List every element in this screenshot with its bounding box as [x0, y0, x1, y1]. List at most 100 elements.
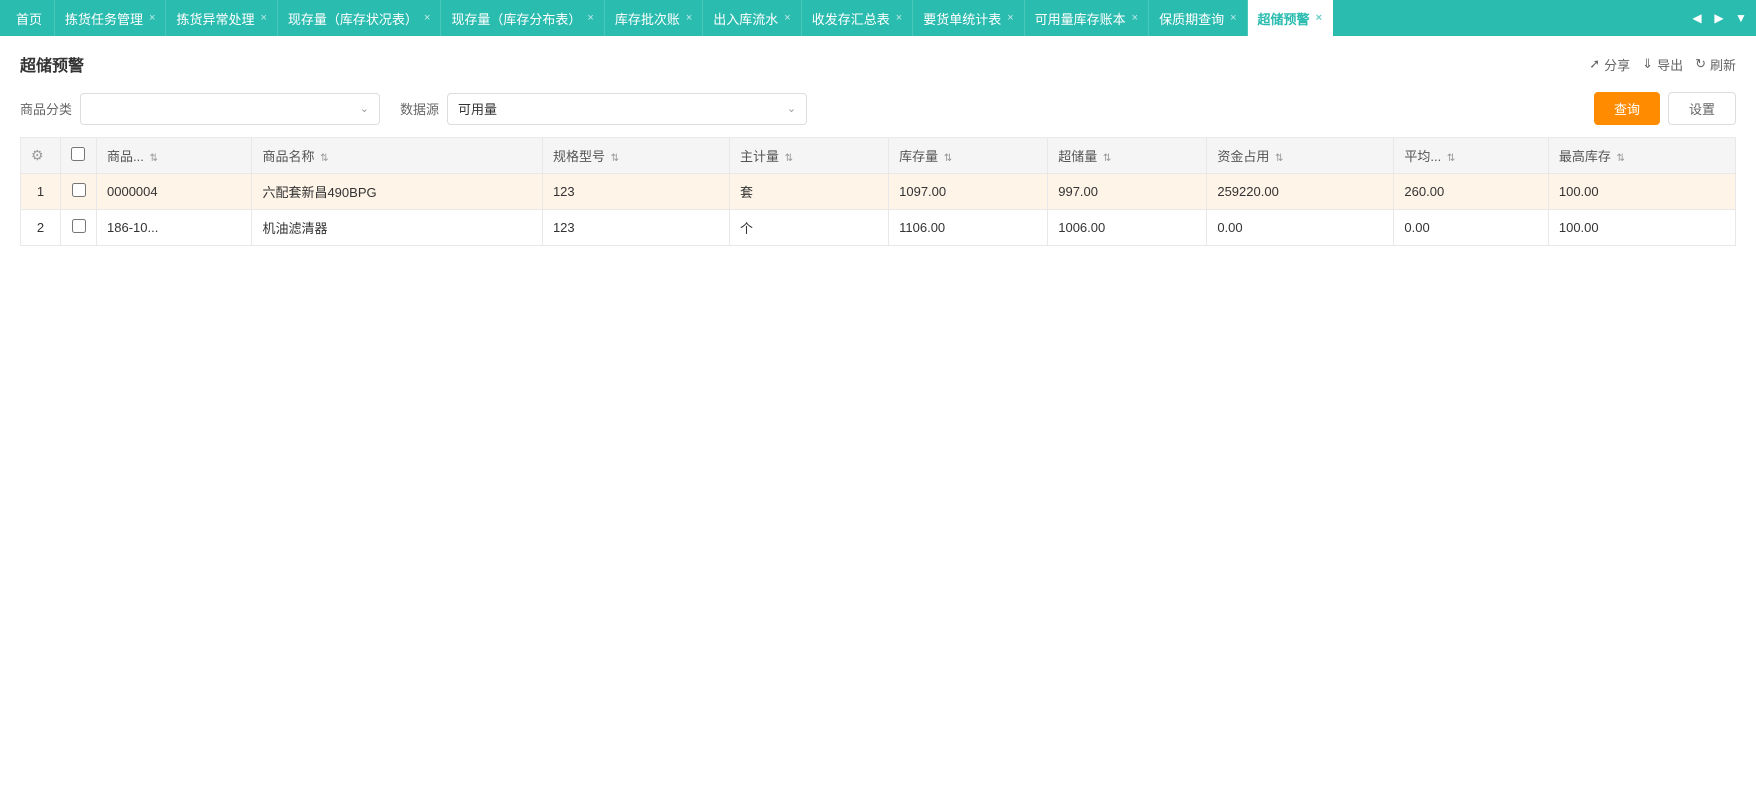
table-header-spec[interactable]: 规格型号 ⇅	[542, 138, 729, 174]
nav-tab-9[interactable]: 可用量库存账本 ×	[1025, 0, 1149, 36]
col-spec-label: 规格型号	[553, 149, 605, 164]
nav-tab-11-close[interactable]: ×	[1316, 12, 1322, 24]
row-spec-1: 123	[542, 174, 729, 210]
table-header-over[interactable]: 超储量 ⇅	[1048, 138, 1207, 174]
nav-tab-9-label: 可用量库存账本	[1035, 9, 1126, 28]
row-stock-2: 1106.00	[889, 210, 1048, 246]
nav-tab-3-label: 现存量（库存状况表）	[288, 9, 418, 28]
col-maxstock-label: 最高库存	[1559, 149, 1611, 164]
row-code-2: 186-10...	[97, 210, 252, 246]
export-label: 导出	[1657, 55, 1683, 74]
nav-more-button[interactable]: ▼	[1730, 0, 1752, 36]
col-avg-label: 平均...	[1404, 149, 1441, 164]
nav-tab-3[interactable]: 现存量（库存状况表） ×	[278, 0, 441, 36]
nav-tab-4[interactable]: 现存量（库存分布表） ×	[441, 0, 604, 36]
row-num-1: 1	[21, 174, 61, 210]
data-table: ⚙ 商品... ⇅ 商品名称 ⇅ 规格型号 ⇅ 主计量	[20, 137, 1736, 246]
refresh-link[interactable]: ↻ 刷新	[1695, 55, 1736, 74]
row-checkbox-2[interactable]	[61, 210, 97, 246]
row-name-1: 六配套新昌490BPG	[252, 174, 543, 210]
nav-tab-6-close[interactable]: ×	[784, 12, 790, 24]
row-avg-1: 260.00	[1394, 174, 1548, 210]
select-all-checkbox[interactable]	[71, 147, 85, 161]
row-spec-2: 123	[542, 210, 729, 246]
nav-tab-10[interactable]: 保质期查询 ×	[1149, 0, 1247, 36]
nav-tab-7-close[interactable]: ×	[896, 12, 902, 24]
row-capital-1: 259220.00	[1207, 174, 1394, 210]
chevron-down-icon-2: ⌄	[787, 102, 796, 115]
table-header-capital[interactable]: 资金占用 ⇅	[1207, 138, 1394, 174]
top-nav: 首页 拣货任务管理 × 拣货异常处理 × 现存量（库存状况表） × 现存量（库存…	[0, 0, 1756, 36]
nav-tab-4-label: 现存量（库存分布表）	[451, 9, 581, 28]
row-maxstock-1: 100.00	[1548, 174, 1735, 210]
category-select[interactable]: ⌄	[80, 93, 380, 125]
nav-tab-5[interactable]: 库存批次账 ×	[605, 0, 703, 36]
nav-tab-1[interactable]: 拣货任务管理 ×	[55, 0, 166, 36]
sort-icon-over: ⇅	[1103, 153, 1111, 164]
table-header-name[interactable]: 商品名称 ⇅	[252, 138, 543, 174]
query-button[interactable]: 查询	[1594, 92, 1660, 125]
settings-button[interactable]: 设置	[1668, 92, 1736, 125]
table-header-settings[interactable]: ⚙	[21, 138, 61, 174]
filter-row: 商品分类 ⌄ 数据源 可用量 ⌄ 查询 设置	[20, 92, 1736, 125]
nav-tab-1-close[interactable]: ×	[149, 12, 155, 24]
nav-tab-7[interactable]: 收发存汇总表 ×	[802, 0, 913, 36]
export-link[interactable]: ⇓ 导出	[1642, 55, 1683, 74]
refresh-icon: ↻	[1695, 56, 1706, 72]
nav-prev-button[interactable]: ◀	[1686, 0, 1708, 36]
nav-tab-2-close[interactable]: ×	[260, 12, 266, 24]
table-header-code[interactable]: 商品... ⇅	[97, 138, 252, 174]
table-header-unit[interactable]: 主计量 ⇅	[730, 138, 889, 174]
share-link[interactable]: ➚ 分享	[1589, 55, 1630, 74]
nav-tab-9-close[interactable]: ×	[1132, 12, 1138, 24]
chevron-down-icon: ⌄	[360, 102, 369, 115]
nav-tab-5-close[interactable]: ×	[686, 12, 692, 24]
nav-tab-6[interactable]: 出入库流水 ×	[703, 0, 801, 36]
col-capital-label: 资金占用	[1217, 149, 1269, 164]
table-header-checkbox[interactable]	[61, 138, 97, 174]
nav-arrows: ◀ ▶ ▼	[1686, 0, 1752, 36]
sort-icon-code: ⇅	[149, 153, 157, 164]
nav-tab-6-label: 出入库流水	[713, 9, 778, 28]
sort-icon-name: ⇅	[320, 153, 328, 164]
nav-tab-3-close[interactable]: ×	[424, 12, 430, 24]
share-icon: ➚	[1589, 56, 1600, 72]
nav-next-button[interactable]: ▶	[1708, 0, 1730, 36]
table-header-row: ⚙ 商品... ⇅ 商品名称 ⇅ 规格型号 ⇅ 主计量	[21, 138, 1736, 174]
col-stock-label: 库存量	[899, 149, 938, 164]
row-maxstock-2: 100.00	[1548, 210, 1735, 246]
main-content: 超储预警 ➚ 分享 ⇓ 导出 ↻ 刷新 商品分类 ⌄ 数据源	[0, 36, 1756, 800]
nav-tab-8[interactable]: 要货单统计表 ×	[913, 0, 1024, 36]
row-over-1: 997.00	[1048, 174, 1207, 210]
nav-home[interactable]: 首页	[4, 0, 55, 36]
row-capital-2: 0.00	[1207, 210, 1394, 246]
sort-icon-capital: ⇅	[1275, 153, 1283, 164]
nav-tab-4-close[interactable]: ×	[587, 12, 593, 24]
col-unit-label: 主计量	[740, 149, 779, 164]
header-actions: ➚ 分享 ⇓ 导出 ↻ 刷新	[1589, 55, 1736, 74]
datasource-filter: 数据源 可用量 ⌄	[400, 93, 807, 125]
datasource-select[interactable]: 可用量 ⌄	[447, 93, 807, 125]
nav-tab-11-label: 超储预警	[1258, 9, 1310, 28]
nav-tab-8-close[interactable]: ×	[1007, 12, 1013, 24]
export-icon: ⇓	[1642, 56, 1653, 72]
nav-tab-11[interactable]: 超储预警 ×	[1248, 0, 1333, 36]
table-row: 2 186-10... 机油滤清器 123 个 1106.00 1006.00 …	[21, 210, 1736, 246]
row-stock-1: 1097.00	[889, 174, 1048, 210]
nav-tab-10-close[interactable]: ×	[1230, 12, 1236, 24]
category-label: 商品分类	[20, 99, 72, 118]
table-header-avg[interactable]: 平均... ⇅	[1394, 138, 1548, 174]
row-select-checkbox-2[interactable]	[72, 219, 86, 233]
table-header-stock[interactable]: 库存量 ⇅	[889, 138, 1048, 174]
nav-tab-2-label: 拣货异常处理	[176, 9, 254, 28]
nav-tab-2[interactable]: 拣货异常处理 ×	[166, 0, 277, 36]
row-checkbox-1[interactable]	[61, 174, 97, 210]
row-unit-1: 套	[730, 174, 889, 210]
table-header-maxstock[interactable]: 最高库存 ⇅	[1548, 138, 1735, 174]
col-code-label: 商品...	[107, 149, 144, 164]
col-over-label: 超储量	[1058, 149, 1097, 164]
row-select-checkbox-1[interactable]	[72, 183, 86, 197]
datasource-select-value: 可用量	[458, 99, 497, 118]
col-name-label: 商品名称	[262, 149, 314, 164]
refresh-label: 刷新	[1710, 55, 1736, 74]
